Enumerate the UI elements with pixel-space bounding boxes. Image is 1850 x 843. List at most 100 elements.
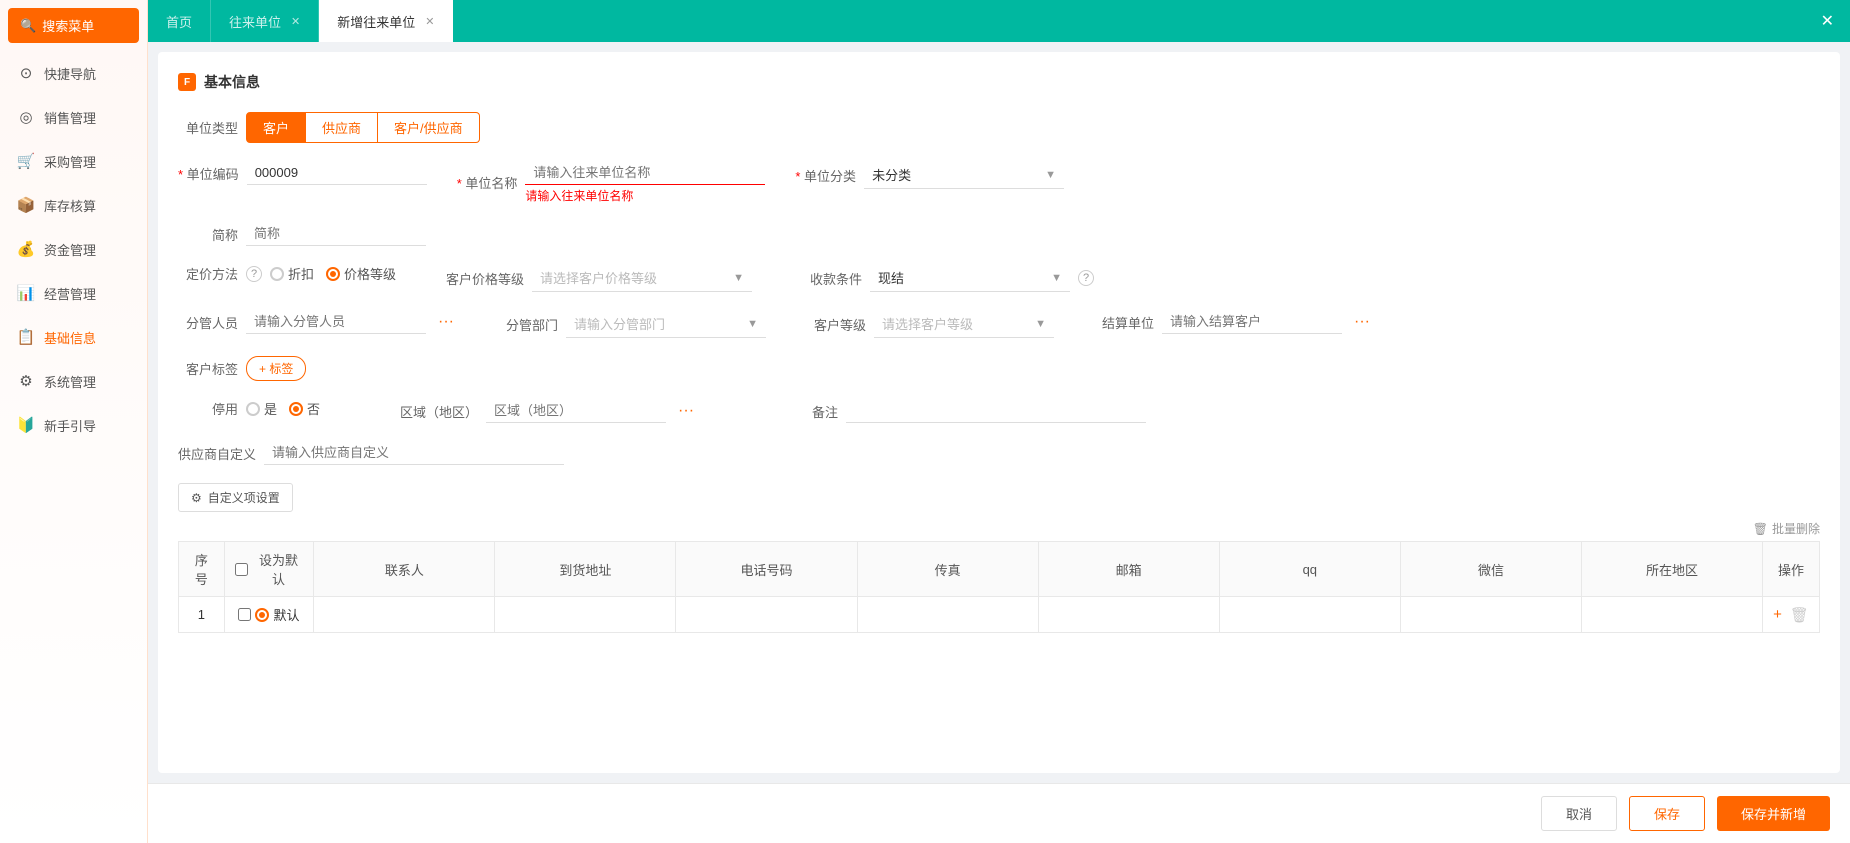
short-name-group: 简称 — [178, 222, 426, 246]
tab-new-contact[interactable]: 新增往来单位 ✕ — [319, 0, 453, 42]
type-btn-customer[interactable]: 客户 — [246, 112, 306, 143]
address-input[interactable] — [505, 607, 665, 622]
window-close-button[interactable]: ✕ — [1805, 0, 1850, 42]
col-actions: 操作 — [1763, 542, 1820, 597]
chevron-down-icon: ▼ — [1045, 169, 1056, 181]
save-button[interactable]: 保存 — [1629, 796, 1705, 831]
department-label: 分管部门 — [498, 315, 558, 334]
settlement-unit-more-icon[interactable]: ··· — [1350, 313, 1374, 331]
department-select[interactable]: 请输入分管部门 ▼ — [566, 310, 766, 338]
unit-name-label: 单位名称 — [457, 173, 518, 192]
radio-circle-checked — [289, 402, 303, 416]
unit-code-group: 单位编码 — [178, 161, 427, 185]
sidebar-item-purchase[interactable]: 🛒 采购管理 — [0, 139, 147, 183]
tab-close-icon[interactable]: ✕ — [425, 15, 434, 28]
row-checkbox[interactable] — [238, 608, 251, 621]
qq-input[interactable] — [1230, 607, 1390, 622]
region-input[interactable] — [486, 399, 666, 423]
wechat-input[interactable] — [1411, 607, 1571, 622]
row-wechat[interactable] — [1400, 597, 1581, 633]
region-more-icon[interactable]: ··· — [674, 402, 698, 420]
delete-row-button[interactable]: 🗑 — [1790, 606, 1809, 624]
main-area: 首页 往来单位 ✕ 新增往来单位 ✕ ✕ F 基本信息 单位类型 客户 — [148, 0, 1850, 843]
cancel-button[interactable]: 取消 — [1541, 796, 1617, 831]
phone-input[interactable] — [686, 607, 846, 622]
sidebar-item-guide[interactable]: 🔰 新手引导 — [0, 403, 147, 447]
pricing-help-icon[interactable]: ? — [246, 266, 262, 282]
row-address[interactable] — [495, 597, 676, 633]
row-contact[interactable] — [314, 597, 495, 633]
unit-name-error: 请输入往来单位名称 — [525, 187, 765, 204]
section-header: F 基本信息 — [178, 72, 1820, 92]
chevron-down-icon: ▼ — [747, 318, 758, 330]
sidebar-item-basic[interactable]: 📋 基础信息 — [0, 315, 147, 359]
email-input[interactable] — [1049, 607, 1209, 622]
unit-code-label: 单位编码 — [178, 164, 239, 183]
settlement-unit-input[interactable] — [1162, 310, 1342, 334]
sidebar-item-inventory[interactable]: 📦 库存核算 — [0, 183, 147, 227]
customer-price-level-select[interactable]: 请选择客户价格等级 ▼ — [532, 264, 752, 292]
system-icon: ⚙ — [16, 371, 36, 391]
row-index: 1 — [179, 597, 225, 633]
settlement-unit-label: 结算单位 — [1094, 313, 1154, 332]
contact-input[interactable] — [324, 607, 484, 622]
disabled-yes-radio[interactable]: 是 — [246, 399, 277, 418]
note-label: 备注 — [778, 402, 838, 421]
supplier-custom-input[interactable] — [264, 441, 564, 465]
disabled-radio-group: 是 否 — [246, 399, 320, 418]
sidebar-item-operations[interactable]: 📊 经营管理 — [0, 271, 147, 315]
add-row-button[interactable]: + — [1773, 606, 1782, 623]
radio-dot — [259, 612, 265, 618]
row-phone[interactable] — [676, 597, 857, 633]
sidebar-item-label: 快捷导航 — [44, 64, 96, 83]
fax-input[interactable] — [868, 607, 1028, 622]
customer-level-select[interactable]: 请选择客户等级 ▼ — [874, 310, 1054, 338]
search-icon: 🔍 — [20, 18, 36, 34]
section-title: 基本信息 — [204, 72, 260, 92]
short-name-input[interactable] — [246, 222, 426, 246]
save-and-new-button[interactable]: 保存并新增 — [1717, 796, 1830, 831]
search-menu-label: 搜索菜单 — [42, 16, 94, 35]
section-icon: F — [178, 73, 196, 91]
sidebar-item-quick-nav[interactable]: ⊙ 快捷导航 — [0, 51, 147, 95]
custom-settings-button[interactable]: ⚙ 自定义项设置 — [178, 483, 293, 512]
default-radio[interactable] — [255, 608, 269, 622]
unit-category-label: 单位分类 — [795, 166, 856, 185]
sidebar-item-system[interactable]: ⚙ 系统管理 — [0, 359, 147, 403]
radio-label: 否 — [307, 399, 320, 418]
row-region-input[interactable] — [1592, 607, 1752, 622]
manager-more-icon[interactable]: ··· — [434, 313, 458, 331]
unit-type-label: 单位类型 — [178, 118, 238, 137]
tab-close-icon[interactable]: ✕ — [291, 15, 300, 28]
pricing-discount-radio[interactable]: 折扣 — [270, 264, 314, 283]
unit-code-input[interactable] — [247, 161, 427, 185]
manager-input[interactable] — [246, 310, 426, 334]
customer-level-placeholder: 请选择客户等级 — [882, 314, 973, 333]
tab-home[interactable]: 首页 — [148, 0, 211, 42]
tab-contacts[interactable]: 往来单位 ✕ — [211, 0, 319, 42]
sidebar-item-sales[interactable]: ◎ 销售管理 — [0, 95, 147, 139]
select-all-checkbox[interactable] — [235, 563, 248, 576]
sidebar-item-finance[interactable]: 💰 资金管理 — [0, 227, 147, 271]
payment-terms-help-icon[interactable]: ? — [1078, 270, 1094, 286]
add-tag-button[interactable]: + 标签 — [246, 356, 306, 381]
unit-category-select[interactable]: 未分类 ▼ — [864, 161, 1064, 189]
row-region[interactable] — [1582, 597, 1763, 633]
col-default: 设为默认 — [224, 542, 314, 597]
row-email[interactable] — [1038, 597, 1219, 633]
note-input[interactable] — [846, 399, 1146, 423]
col-wechat: 微信 — [1400, 542, 1581, 597]
payment-terms-select[interactable]: 现结 ▼ — [870, 264, 1070, 292]
col-address: 到货地址 — [495, 542, 676, 597]
type-btn-supplier[interactable]: 供应商 — [306, 112, 378, 143]
disabled-no-radio[interactable]: 否 — [289, 399, 320, 418]
gear-icon: ⚙ — [191, 491, 202, 505]
search-menu-button[interactable]: 🔍 搜索菜单 — [8, 8, 139, 43]
batch-delete-button[interactable]: 🗑 批量删除 — [1753, 520, 1820, 537]
pricing-level-radio[interactable]: 价格等级 — [326, 264, 396, 283]
row-qq[interactable] — [1219, 597, 1400, 633]
tab-label: 新增往来单位 — [337, 12, 415, 31]
row-fax[interactable] — [857, 597, 1038, 633]
type-btn-both[interactable]: 客户/供应商 — [378, 112, 480, 143]
unit-name-input[interactable] — [525, 161, 765, 185]
